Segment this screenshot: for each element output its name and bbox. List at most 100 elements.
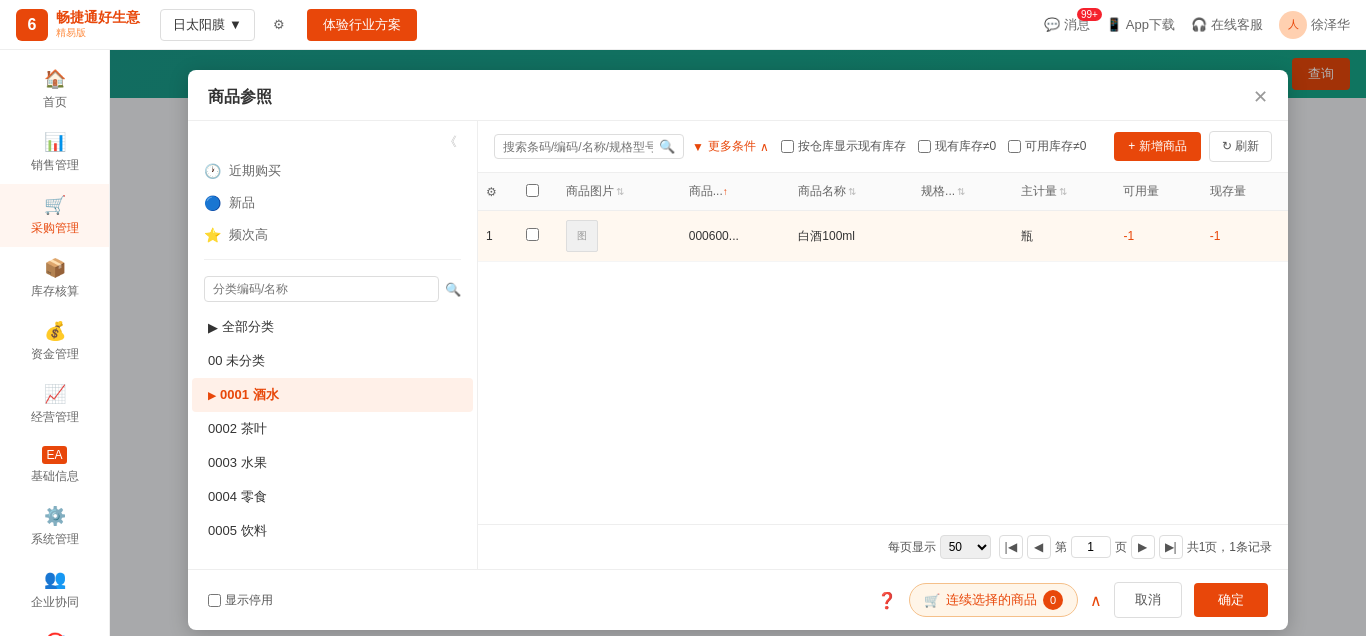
dialog-footer: 显示停用 ❓ 🛒 连续选择的商品 0 ∧ 取消 确定	[188, 569, 1288, 630]
sidebar-item-guide[interactable]: 🎯 新手引导	[0, 621, 109, 636]
close-icon[interactable]: ✕	[1253, 86, 1268, 108]
sidebar-label-purchase: 采购管理	[31, 220, 79, 237]
category-all[interactable]: ▶ 全部分类	[192, 310, 473, 344]
quick-link-new[interactable]: 🔵 新品	[204, 187, 461, 219]
search-icon[interactable]: 🔍	[445, 282, 461, 297]
category-search-input[interactable]	[204, 276, 439, 302]
logo-icon: 6	[16, 9, 48, 41]
row-code: 000600...	[681, 211, 791, 262]
online-service-btn[interactable]: 🎧 在线客服	[1191, 16, 1263, 34]
checkbox-warehouse[interactable]: 按仓库显示现有库存	[781, 138, 906, 155]
checkbox-group: 按仓库显示现有库存 现有库存≠0 可用库存≠0	[781, 138, 1087, 155]
nav-right: 💬 消息 99+ 📱 App下载 🎧 在线客服 人 徐泽华	[1044, 11, 1350, 39]
add-product-btn[interactable]: + 新增商品	[1114, 132, 1200, 161]
last-page-btn[interactable]: ▶|	[1159, 535, 1183, 559]
toolbar-right: + 新增商品 ↻ 刷新	[1114, 131, 1272, 162]
show-disabled-checkbox[interactable]: 显示停用	[208, 592, 273, 609]
messages-btn[interactable]: 💬 消息 99+	[1044, 16, 1090, 34]
search-input[interactable]	[503, 140, 653, 154]
row-checkbox	[518, 211, 558, 262]
sidebar-item-collab[interactable]: 👥 企业协同	[0, 558, 109, 621]
category-uncategorized[interactable]: 00 未分类	[192, 344, 473, 378]
filter-btn[interactable]: ▼ 更多条件 ∧	[692, 138, 769, 155]
sidebar-label-home: 首页	[43, 94, 67, 111]
th-stock: 现存量	[1202, 173, 1288, 211]
page-nav: |◀ ◀ 第 页 ▶ ▶| 共1页，1条记录	[999, 535, 1272, 559]
row-available: -1	[1115, 211, 1201, 262]
quick-link-recent[interactable]: 🕐 近期购买	[204, 155, 461, 187]
logo-text: 畅捷通好生意 精易版	[56, 9, 140, 40]
sidebar-item-basic[interactable]: EA 基础信息	[0, 436, 109, 495]
inventory-icon: 📦	[44, 257, 66, 279]
divider	[204, 259, 461, 260]
quick-link-frequent[interactable]: ⭐ 频次高	[204, 219, 461, 251]
system-icon: ⚙️	[44, 505, 66, 527]
checkbox-nonzero-available[interactable]: 可用库存≠0	[1008, 138, 1086, 155]
sidebar-item-sales[interactable]: 📊 销售管理	[0, 121, 109, 184]
category-water[interactable]: 0008 水	[192, 548, 473, 557]
sidebar-item-finance[interactable]: 💰 资金管理	[0, 310, 109, 373]
page-number-input[interactable]	[1071, 536, 1111, 558]
row-spec	[913, 211, 1013, 262]
sales-icon: 📊	[44, 131, 66, 153]
filter-icon: ▼	[692, 140, 704, 154]
main-layout: 🏠 首页 📊 销售管理 🛒 采购管理 📦 库存核算 💰 资金管理 📈 经营管理 …	[0, 50, 1366, 636]
category-tea[interactable]: 0002 茶叶	[192, 412, 473, 446]
category-fruit[interactable]: 0003 水果	[192, 446, 473, 480]
settings-icon[interactable]: ⚙	[486, 185, 497, 199]
per-page-dropdown[interactable]: 50 100 200	[940, 535, 991, 559]
finance-icon: 💰	[44, 320, 66, 342]
gear-icon[interactable]: ⚙	[263, 9, 295, 41]
nav-selector[interactable]: 日太阳膜 ▼	[160, 9, 255, 41]
category-liquor[interactable]: ▶ 0001 酒水	[192, 378, 473, 412]
operation-icon: 📈	[44, 383, 66, 405]
user-avatar[interactable]: 人 徐泽华	[1279, 11, 1350, 39]
th-code: 商品...↑	[681, 173, 791, 211]
basic-icon: EA	[42, 446, 66, 464]
top-nav: 6 畅捷通好生意 精易版 日太阳膜 ▼ ⚙ 体验行业方案 💬 消息 99+ 📱 …	[0, 0, 1366, 50]
collapse-icon[interactable]: 《	[444, 133, 457, 151]
sidebar-label-system: 系统管理	[31, 531, 79, 548]
sidebar-item-home[interactable]: 🏠 首页	[0, 58, 109, 121]
th-name: 商品名称⇅	[790, 173, 913, 211]
sidebar-item-operation[interactable]: 📈 经营管理	[0, 373, 109, 436]
app-download-btn[interactable]: 📱 App下载	[1106, 16, 1175, 34]
next-page-btn[interactable]: ▶	[1131, 535, 1155, 559]
dialog-body: 《 🕐 近期购买 🔵 新品 ⭐	[188, 121, 1288, 569]
sidebar-label-basic: 基础信息	[31, 468, 79, 485]
category-drinks[interactable]: 0005 饮料	[192, 514, 473, 548]
quick-links: 《 🕐 近期购买 🔵 新品 ⭐	[188, 133, 477, 251]
help-icon[interactable]: ❓	[877, 591, 897, 610]
active-arrow-icon: ▶	[208, 390, 216, 401]
table-row[interactable]: 1 图 000600... 白酒100ml	[478, 211, 1288, 262]
category-snacks[interactable]: 0004 零食	[192, 480, 473, 514]
first-page-btn[interactable]: |◀	[999, 535, 1023, 559]
confirm-btn[interactable]: 确定	[1194, 583, 1268, 617]
fold-icon[interactable]: ∧	[1090, 591, 1102, 610]
cart-btn[interactable]: 🛒 连续选择的商品 0	[909, 583, 1078, 617]
trial-btn[interactable]: 体验行业方案	[307, 9, 417, 41]
row-name: 白酒100ml	[790, 211, 913, 262]
checkbox-nonzero-stock[interactable]: 现有库存≠0	[918, 138, 996, 155]
prev-page-btn[interactable]: ◀	[1027, 535, 1051, 559]
cancel-btn[interactable]: 取消	[1114, 582, 1182, 618]
sidebar-item-inventory[interactable]: 📦 库存核算	[0, 247, 109, 310]
table-area: ⚙ 商品图片⇅ 商品...↑ 商品名称⇅ 规格...⇅	[478, 173, 1288, 524]
footer-right: ❓ 🛒 连续选择的商品 0 ∧ 取消 确定	[877, 582, 1268, 618]
sidebar-item-system[interactable]: ⚙️ 系统管理	[0, 495, 109, 558]
table-header-row: ⚙ 商品图片⇅ 商品...↑ 商品名称⇅ 规格...⇅	[478, 173, 1288, 211]
per-page-select: 每页显示 50 100 200	[888, 535, 991, 559]
search-submit-icon[interactable]: 🔍	[659, 139, 675, 154]
row-select-checkbox[interactable]	[526, 228, 539, 241]
sidebar-item-purchase[interactable]: 🛒 采购管理	[0, 184, 109, 247]
select-all-checkbox[interactable]	[526, 184, 539, 197]
th-checkbox	[518, 173, 558, 211]
clock-icon: 🕐	[204, 163, 221, 179]
guide-icon: 🎯	[44, 631, 66, 636]
collab-icon: 👥	[44, 568, 66, 590]
refresh-btn[interactable]: ↻ 刷新	[1209, 131, 1272, 162]
footer-left: 显示停用	[208, 592, 273, 609]
expand-icon: ▶	[208, 320, 218, 335]
dialog: 商品参照 ✕ 《 🕐 近期购买	[188, 70, 1288, 630]
th-image: 商品图片⇅	[558, 173, 681, 211]
